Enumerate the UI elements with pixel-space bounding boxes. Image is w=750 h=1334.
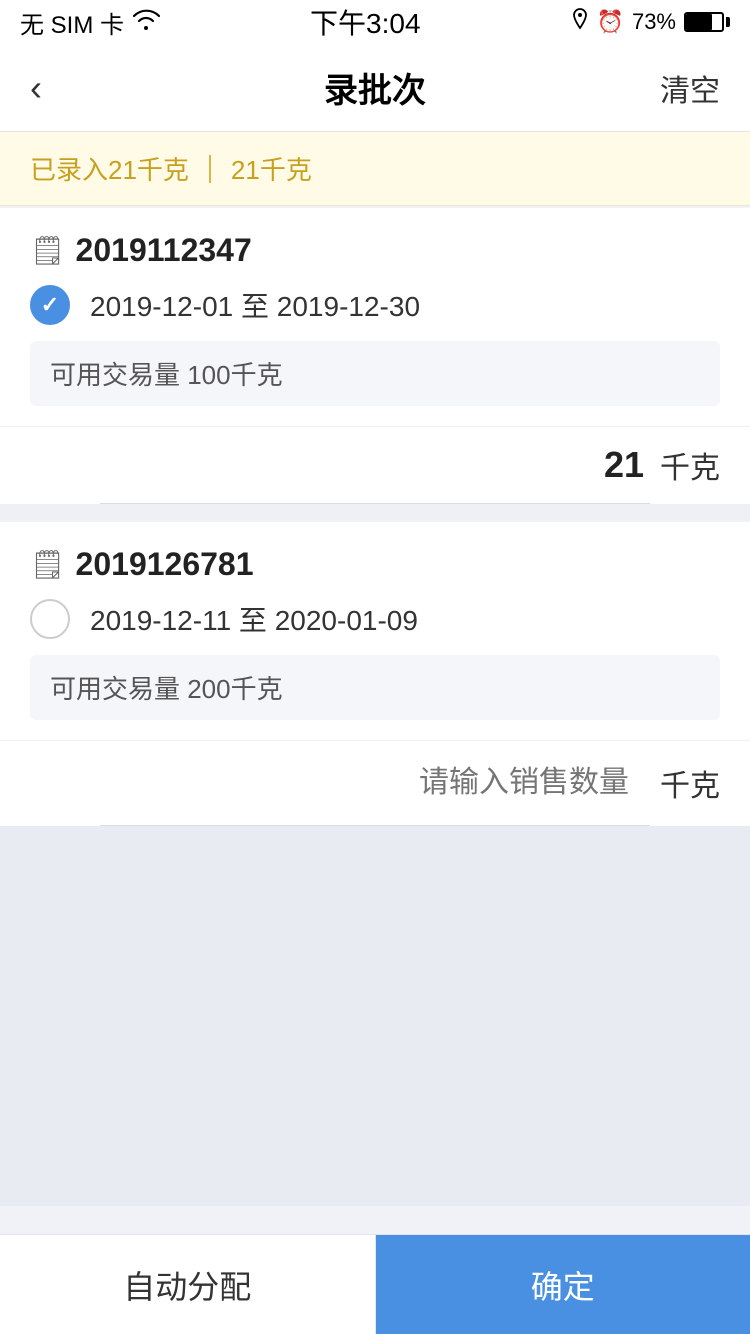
status-left: 无 SIM 卡: [20, 5, 160, 40]
batch-1-header: 🗒 2019112347: [30, 232, 720, 269]
alarm-icon: ⏰: [597, 9, 624, 35]
batch-2-id: 2019126781: [76, 546, 254, 583]
status-right: ⏰ 73%: [571, 8, 730, 36]
batch-2-inner: 🗒 2019126781 2019-12-11 至 2020-01-09 可用交…: [0, 522, 750, 720]
info-divider: [209, 155, 211, 183]
clear-button[interactable]: 清空: [660, 66, 720, 110]
batch-1-row: 2019-12-01 至 2019-12-30: [30, 285, 720, 325]
status-bar: 无 SIM 卡 下午3:04 ⏰ 73%: [0, 0, 750, 44]
batch-2-radio[interactable]: [30, 599, 70, 639]
batch-1-inner: 🗒 2019112347 2019-12-01 至 2019-12-30 可用交…: [0, 208, 750, 406]
total-weight: 21千克: [231, 150, 312, 187]
wifi-icon: [132, 8, 160, 37]
confirm-button[interactable]: 确定: [376, 1235, 750, 1334]
back-button[interactable]: ‹: [30, 67, 90, 109]
info-banner: 已录入21千克 21千克: [0, 132, 750, 206]
auto-distribute-button[interactable]: 自动分配: [0, 1235, 376, 1334]
batch-2-row: 2019-12-11 至 2020-01-09: [30, 599, 720, 639]
battery-text: 73%: [632, 9, 676, 35]
nav-bar: ‹ 录批次 清空: [0, 44, 750, 132]
carrier-text: 无 SIM 卡: [20, 5, 124, 40]
bottom-gray-area: [0, 826, 750, 1206]
batch-card-1: 🗒 2019112347 2019-12-01 至 2019-12-30 可用交…: [0, 208, 750, 504]
batch-1-quantity: 21: [604, 444, 644, 486]
batch-1-unit: 千克: [660, 443, 720, 487]
batch-1-id: 2019112347: [76, 232, 252, 269]
auto-distribute-label: 自动分配: [123, 1262, 251, 1308]
recorded-weight: 已录入21千克: [30, 150, 189, 187]
batch-2-unit: 千克: [660, 761, 720, 805]
batch-2-input-row: 千克: [0, 740, 750, 825]
quantity-input[interactable]: [344, 766, 644, 800]
batch-1-date: 2019-12-01 至 2019-12-30: [90, 285, 420, 325]
batch-2-avail: 可用交易量 200千克: [30, 655, 720, 720]
section-separator: [0, 504, 750, 520]
batch-1-avail: 可用交易量 100千克: [30, 341, 720, 406]
location-icon: [571, 8, 589, 36]
content-area: 🗒 2019112347 2019-12-01 至 2019-12-30 可用交…: [0, 208, 750, 1306]
batch-2-date: 2019-12-11 至 2020-01-09: [90, 599, 418, 639]
battery-icon: [684, 12, 730, 32]
footer: 自动分配 确定: [0, 1234, 750, 1334]
batch-1-radio[interactable]: [30, 285, 70, 325]
time-text: 下午3:04: [310, 2, 421, 42]
batch-1-icon: 🗒: [30, 234, 66, 267]
confirm-label: 确定: [531, 1262, 595, 1308]
batch-card-2: 🗒 2019126781 2019-12-11 至 2020-01-09 可用交…: [0, 522, 750, 826]
batch-2-icon: 🗒: [30, 548, 66, 581]
batch-1-qty-row: 21 千克: [0, 426, 750, 503]
batch-2-header: 🗒 2019126781: [30, 546, 720, 583]
page-title: 录批次: [324, 63, 426, 112]
